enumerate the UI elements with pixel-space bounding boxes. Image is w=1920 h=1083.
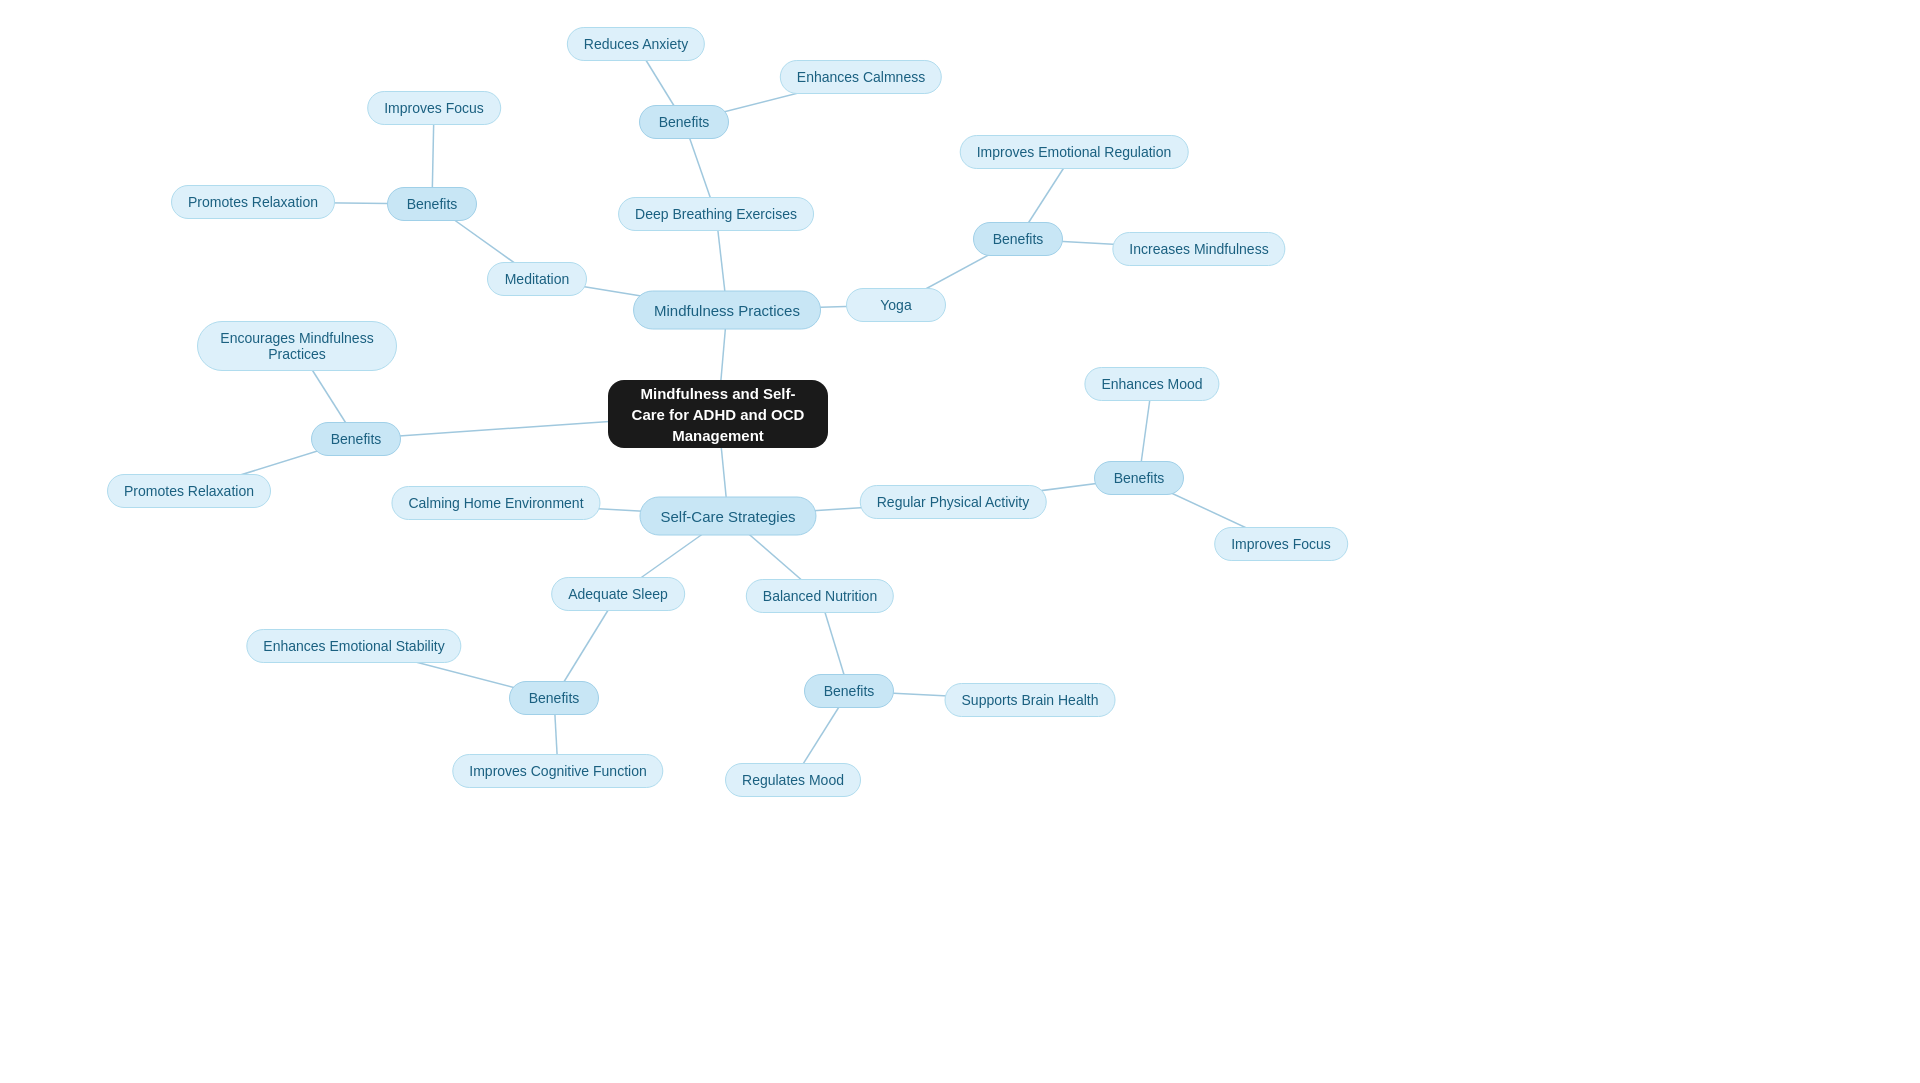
supports-brain-label: Supports Brain Health (962, 692, 1099, 708)
promotes-relaxation-meditation-label: Promotes Relaxation (188, 194, 318, 210)
promotes-relaxation-2-node[interactable]: Promotes Relaxation (107, 474, 271, 508)
benefits-sleep-node[interactable]: Benefits (509, 681, 599, 715)
enhances-mood-node[interactable]: Enhances Mood (1084, 367, 1219, 401)
mindfulness-practices-node[interactable]: Mindfulness Practices (633, 291, 821, 330)
benefits-meditation-node[interactable]: Benefits (387, 187, 477, 221)
enhances-calmness-label: Enhances Calmness (797, 69, 925, 85)
regulates-mood-label: Regulates Mood (742, 772, 844, 788)
balanced-nutrition-label: Balanced Nutrition (763, 588, 877, 604)
self-care-node[interactable]: Self-Care Strategies (639, 497, 816, 536)
improves-emotional-node[interactable]: Improves Emotional Regulation (960, 135, 1189, 169)
improves-focus-meditation-label: Improves Focus (384, 100, 484, 116)
benefits-physical-label: Benefits (1114, 470, 1165, 486)
benefits-nutrition-node[interactable]: Benefits (804, 674, 894, 708)
benefits-physical-node[interactable]: Benefits (1094, 461, 1184, 495)
benefits-nutrition-label: Benefits (824, 683, 875, 699)
deep-breathing-label: Deep Breathing Exercises (635, 206, 797, 222)
improves-emotional-label: Improves Emotional Regulation (977, 144, 1172, 160)
mindfulness-benefit-label: Benefits (331, 431, 382, 447)
improves-focus-physical-label: Improves Focus (1231, 536, 1331, 552)
promotes-relaxation-meditation-node[interactable]: Promotes Relaxation (171, 185, 335, 219)
benefits-breathing-label: Benefits (659, 114, 710, 130)
enhances-calmness-node[interactable]: Enhances Calmness (780, 60, 942, 94)
calming-home-label: Calming Home Environment (408, 495, 583, 511)
improves-cognitive-label: Improves Cognitive Function (469, 763, 646, 779)
improves-cognitive-node[interactable]: Improves Cognitive Function (452, 754, 663, 788)
promotes-relaxation-2-label: Promotes Relaxation (124, 483, 254, 499)
meditation-node[interactable]: Meditation (487, 262, 587, 296)
benefits-yoga-node[interactable]: Benefits (973, 222, 1063, 256)
enhances-mood-label: Enhances Mood (1101, 376, 1202, 392)
benefits-breathing-node[interactable]: Benefits (639, 105, 729, 139)
balanced-nutrition-node[interactable]: Balanced Nutrition (746, 579, 894, 613)
central-label: Mindfulness and Self-Care for ADHD and O… (624, 383, 812, 446)
reduces-anxiety-label: Reduces Anxiety (584, 36, 688, 52)
regulates-mood-node[interactable]: Regulates Mood (725, 763, 861, 797)
benefits-yoga-label: Benefits (993, 231, 1044, 247)
improves-focus-meditation-node[interactable]: Improves Focus (367, 91, 501, 125)
deep-breathing-node[interactable]: Deep Breathing Exercises (618, 197, 814, 231)
adequate-sleep-node[interactable]: Adequate Sleep (551, 577, 685, 611)
benefits-sleep-label: Benefits (529, 690, 580, 706)
increases-mindfulness-label: Increases Mindfulness (1129, 241, 1268, 257)
enhances-emotional-node[interactable]: Enhances Emotional Stability (246, 629, 461, 663)
supports-brain-node[interactable]: Supports Brain Health (945, 683, 1116, 717)
encourages-mindfulness-node[interactable]: Encourages Mindfulness Practices (197, 321, 397, 371)
enhances-emotional-label: Enhances Emotional Stability (263, 638, 444, 654)
calming-home-node[interactable]: Calming Home Environment (391, 486, 600, 520)
mindfulness-practices-label: Mindfulness Practices (654, 302, 800, 319)
adequate-sleep-label: Adequate Sleep (568, 586, 668, 602)
mindfulness-benefit-node[interactable]: Benefits (311, 422, 401, 456)
benefits-meditation-label: Benefits (407, 196, 458, 212)
increases-mindfulness-node[interactable]: Increases Mindfulness (1112, 232, 1285, 266)
regular-physical-node[interactable]: Regular Physical Activity (860, 485, 1047, 519)
yoga-node[interactable]: Yoga (846, 288, 946, 322)
regular-physical-label: Regular Physical Activity (877, 494, 1030, 510)
reduces-anxiety-node[interactable]: Reduces Anxiety (567, 27, 705, 61)
encourages-mindfulness-label: Encourages Mindfulness Practices (214, 330, 380, 362)
self-care-label: Self-Care Strategies (660, 508, 795, 525)
central-node[interactable]: Mindfulness and Self-Care for ADHD and O… (608, 380, 828, 448)
meditation-label: Meditation (505, 271, 570, 287)
yoga-label: Yoga (880, 297, 911, 313)
improves-focus-physical-node[interactable]: Improves Focus (1214, 527, 1348, 561)
